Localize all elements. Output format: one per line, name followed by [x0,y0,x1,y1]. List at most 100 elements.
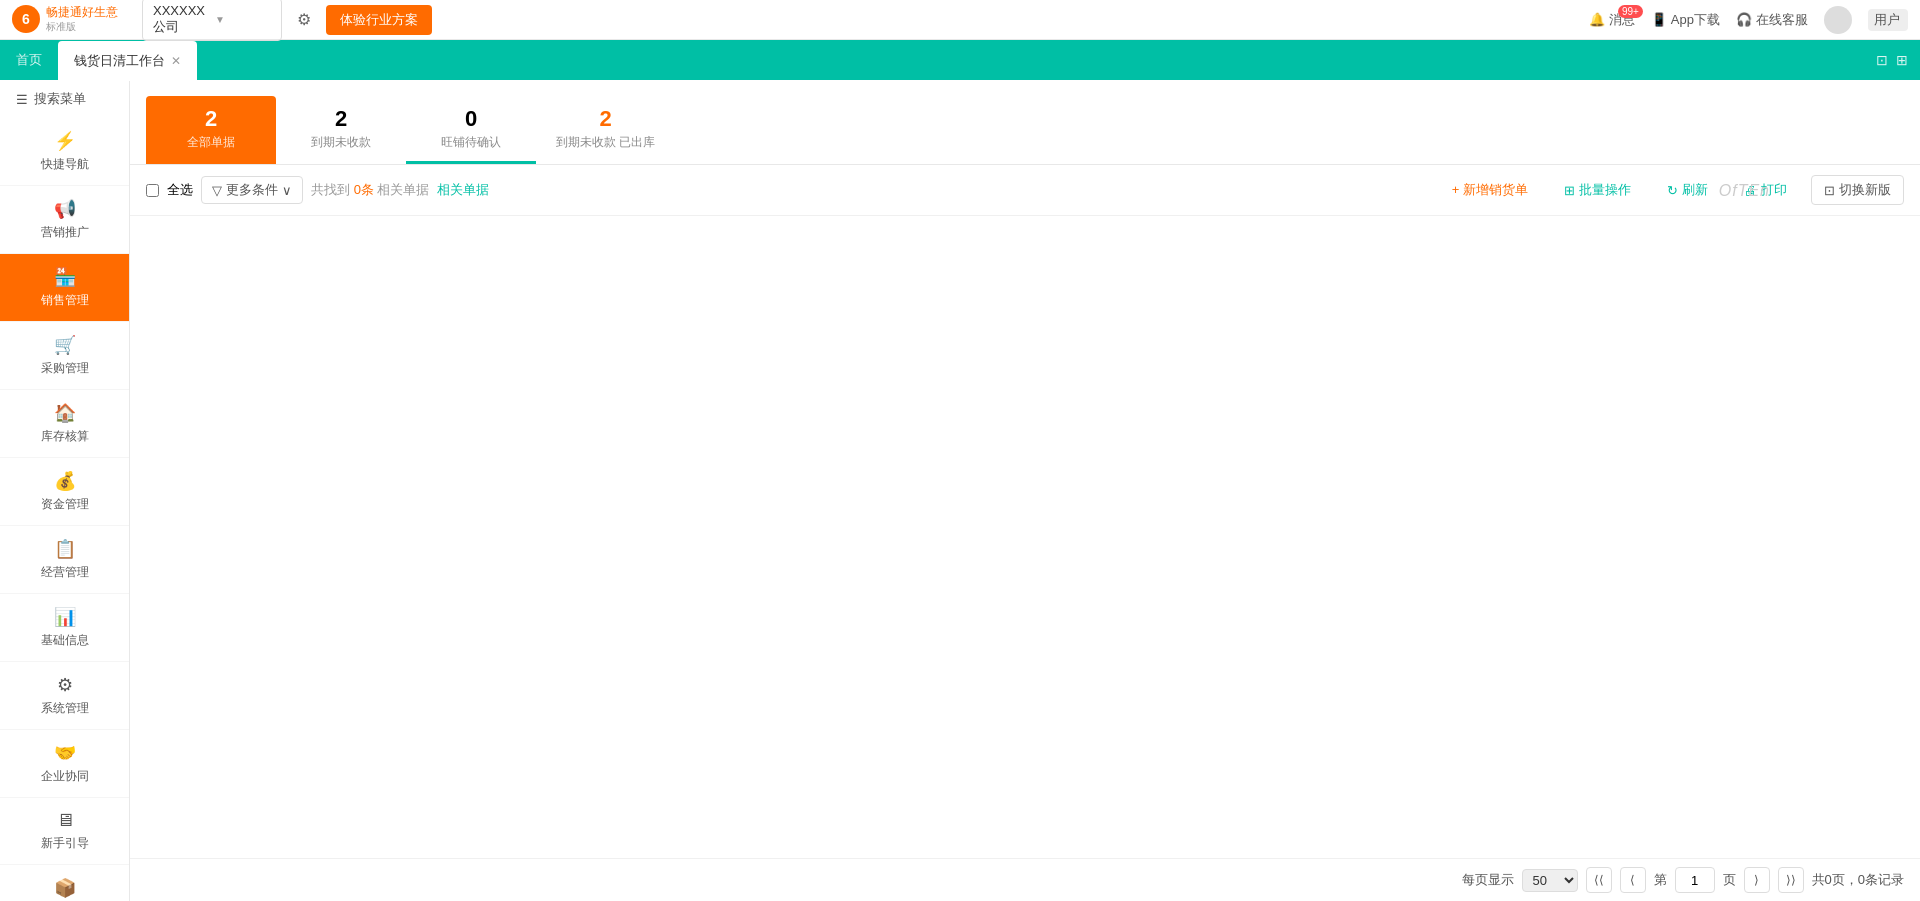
switch-new-button[interactable]: ⊡ 切换新版 [1811,175,1904,205]
sidebar-marketing-label: 营销推广 [41,224,89,241]
sidebar-operations-label: 经营管理 [41,564,89,581]
sidebar-item-marketing[interactable]: 📢 营销推广 [0,186,129,254]
appcenter-icon: 📦 [54,877,76,899]
chevron-down-icon: ▼ [215,14,271,25]
summary-card-all[interactable]: 2 全部单据 [146,96,276,164]
sidebar-item-inventory[interactable]: 🏠 库存核算 [0,390,129,458]
tab-workbench[interactable]: 钱货日清工作台 ✕ [58,41,197,81]
sidebar-item-basicinfo[interactable]: 📊 基础信息 [0,594,129,662]
found-text: 共找到 0条 相关单据 [311,181,429,199]
found-prefix: 共找到 [311,182,350,197]
trial-button[interactable]: 体验行业方案 [326,5,432,35]
refresh-label: 刷新 [1682,181,1708,199]
sidebar-item-capital[interactable]: 💰 资金管理 [0,458,129,526]
select-all-checkbox[interactable] [146,184,159,197]
shipped-label: 到期未收款 已出库 [556,134,655,151]
sidebar-item-enterprise[interactable]: 🤝 企业协同 [0,730,129,798]
sidebar-basicinfo-label: 基础信息 [41,632,89,649]
user-name[interactable]: 用户 [1868,9,1908,31]
online-service-button[interactable]: 🎧 在线客服 [1736,11,1808,29]
first-page-button[interactable]: ⟨⟨ [1586,867,1612,893]
batch-ops-button[interactable]: ⊞ 批量操作 [1552,176,1643,204]
gear-icon: ⚙ [297,10,311,29]
new-order-button[interactable]: + 新增销货单 [1440,176,1540,204]
related-orders-button[interactable]: 相关单据 [437,181,489,199]
overdue-label: 到期未收款 [296,134,386,151]
messages-button[interactable]: 🔔 消息 99+ [1589,11,1635,29]
minimize-icon[interactable]: ⊡ [1876,52,1888,68]
sidebar: ☰ 搜索菜单 ⚡ 快捷导航 📢 营销推广 🏪 销售管理 🛒 采购管理 🏠 库存核… [0,80,130,901]
last-page-button[interactable]: ⟩⟩ [1778,867,1804,893]
more-filters-label: 更多条件 [226,181,278,199]
total-records: 共0页，0条记录 [1812,871,1904,889]
company-selector[interactable]: XXXXXX公司 ▼ [142,0,282,41]
page-suffix: 页 [1723,871,1736,889]
maximize-icon[interactable]: ⊞ [1896,52,1908,68]
logo-text: 畅捷通好生意 [46,5,118,19]
settings-button[interactable]: ⚙ [290,6,318,34]
logo-sub: 标准版 [46,20,118,34]
wangpu-label: 旺铺待确认 [426,134,516,151]
avatar[interactable] [1824,6,1852,34]
bell-icon: 🔔 [1589,12,1605,27]
close-icon[interactable]: ✕ [171,54,181,68]
select-all-label: 全选 [167,181,193,199]
sidebar-item-quicknav[interactable]: ⚡ 快捷导航 [0,118,129,186]
table-area [130,216,1920,858]
all-count: 2 [166,106,256,132]
prev-page-button[interactable]: ⟨ [1620,867,1646,893]
switch-icon: ⊡ [1824,183,1835,198]
main-content: 2 全部单据 2 到期未收款 0 旺铺待确认 2 到期未收款 已出库 全选 [130,80,1920,901]
often-watermark: OfTEn [1719,182,1770,200]
headset-icon: 🎧 [1736,12,1752,27]
search-menu-label: 搜索菜单 [34,90,86,108]
sidebar-item-purchase[interactable]: 🛒 采购管理 [0,322,129,390]
company-name: XXXXXX公司 [153,3,209,36]
quicknav-icon: ⚡ [54,130,76,152]
summary-card-shipped[interactable]: 2 到期未收款 已出库 [536,96,675,164]
online-service-label: 在线客服 [1756,11,1808,29]
guide-icon: 🖥 [56,810,74,831]
logo-area: 6 畅捷通好生意 标准版 [12,5,142,33]
sidebar-system-label: 系统管理 [41,700,89,717]
app-download-label: App下载 [1671,11,1720,29]
sidebar-item-guide[interactable]: 🖥 新手引导 [0,798,129,865]
operations-icon: 📋 [54,538,76,560]
sidebar-item-system[interactable]: ⚙ 系统管理 [0,662,129,730]
capital-icon: 💰 [54,470,76,492]
tab-home[interactable]: 首页 [0,40,58,80]
sidebar-item-appcenter[interactable]: 📦 应用中心 [0,865,129,901]
summary-cards: 2 全部单据 2 到期未收款 0 旺铺待确认 2 到期未收款 已出库 [130,80,1920,165]
top-right-area: 🔔 消息 99+ 📱 App下载 🎧 在线客服 用户 [1589,6,1908,34]
nav-tab-actions: ⊡ ⊞ [1876,52,1920,68]
sidebar-purchase-label: 采购管理 [41,360,89,377]
found-suffix: 相关单据 [377,182,429,197]
more-filters-button[interactable]: ▽ 更多条件 ∨ [201,176,303,204]
summary-card-wangpu[interactable]: 0 旺铺待确认 [406,96,536,164]
next-page-button[interactable]: ⟩ [1744,867,1770,893]
messages-badge: 99+ [1618,5,1643,18]
sidebar-item-sales[interactable]: 🏪 销售管理 [0,254,129,322]
batch-label: 批量操作 [1579,181,1631,199]
toolbar-left: 全选 ▽ 更多条件 ∨ 共找到 0条 相关单据 相关单据 [146,176,1428,204]
sidebar-item-search[interactable]: ☰ 搜索菜单 [0,80,129,118]
shipped-count: 2 [556,106,655,132]
app-download-button[interactable]: 📱 App下载 [1651,11,1720,29]
tab-workbench-label: 钱货日清工作台 [74,52,165,70]
per-page-select[interactable]: 50 20 100 [1522,869,1578,892]
system-icon: ⚙ [57,674,73,696]
page-number-input[interactable] [1675,867,1715,893]
sidebar-sales-label: 销售管理 [41,292,89,309]
toolbar: 全选 ▽ 更多条件 ∨ 共找到 0条 相关单据 相关单据 + 新增销货单 ⊞ 批… [130,165,1920,216]
content-inner: 2 全部单据 2 到期未收款 0 旺铺待确认 2 到期未收款 已出库 全选 [130,80,1920,901]
filter-icon: ▽ [212,183,222,198]
page-label: 第 [1654,871,1667,889]
summary-card-overdue[interactable]: 2 到期未收款 [276,96,406,164]
pagination: 每页显示 50 20 100 ⟨⟨ ⟨ 第 页 ⟩ ⟩⟩ 共0页，0条记录 [130,858,1920,901]
sidebar-capital-label: 资金管理 [41,496,89,513]
sidebar-item-operations[interactable]: 📋 经营管理 [0,526,129,594]
logo-icon: 6 [12,5,40,33]
refresh-button[interactable]: ↻ 刷新 [1655,176,1720,204]
sidebar-guide-label: 新手引导 [41,835,89,852]
per-page-label: 每页显示 [1462,871,1514,889]
